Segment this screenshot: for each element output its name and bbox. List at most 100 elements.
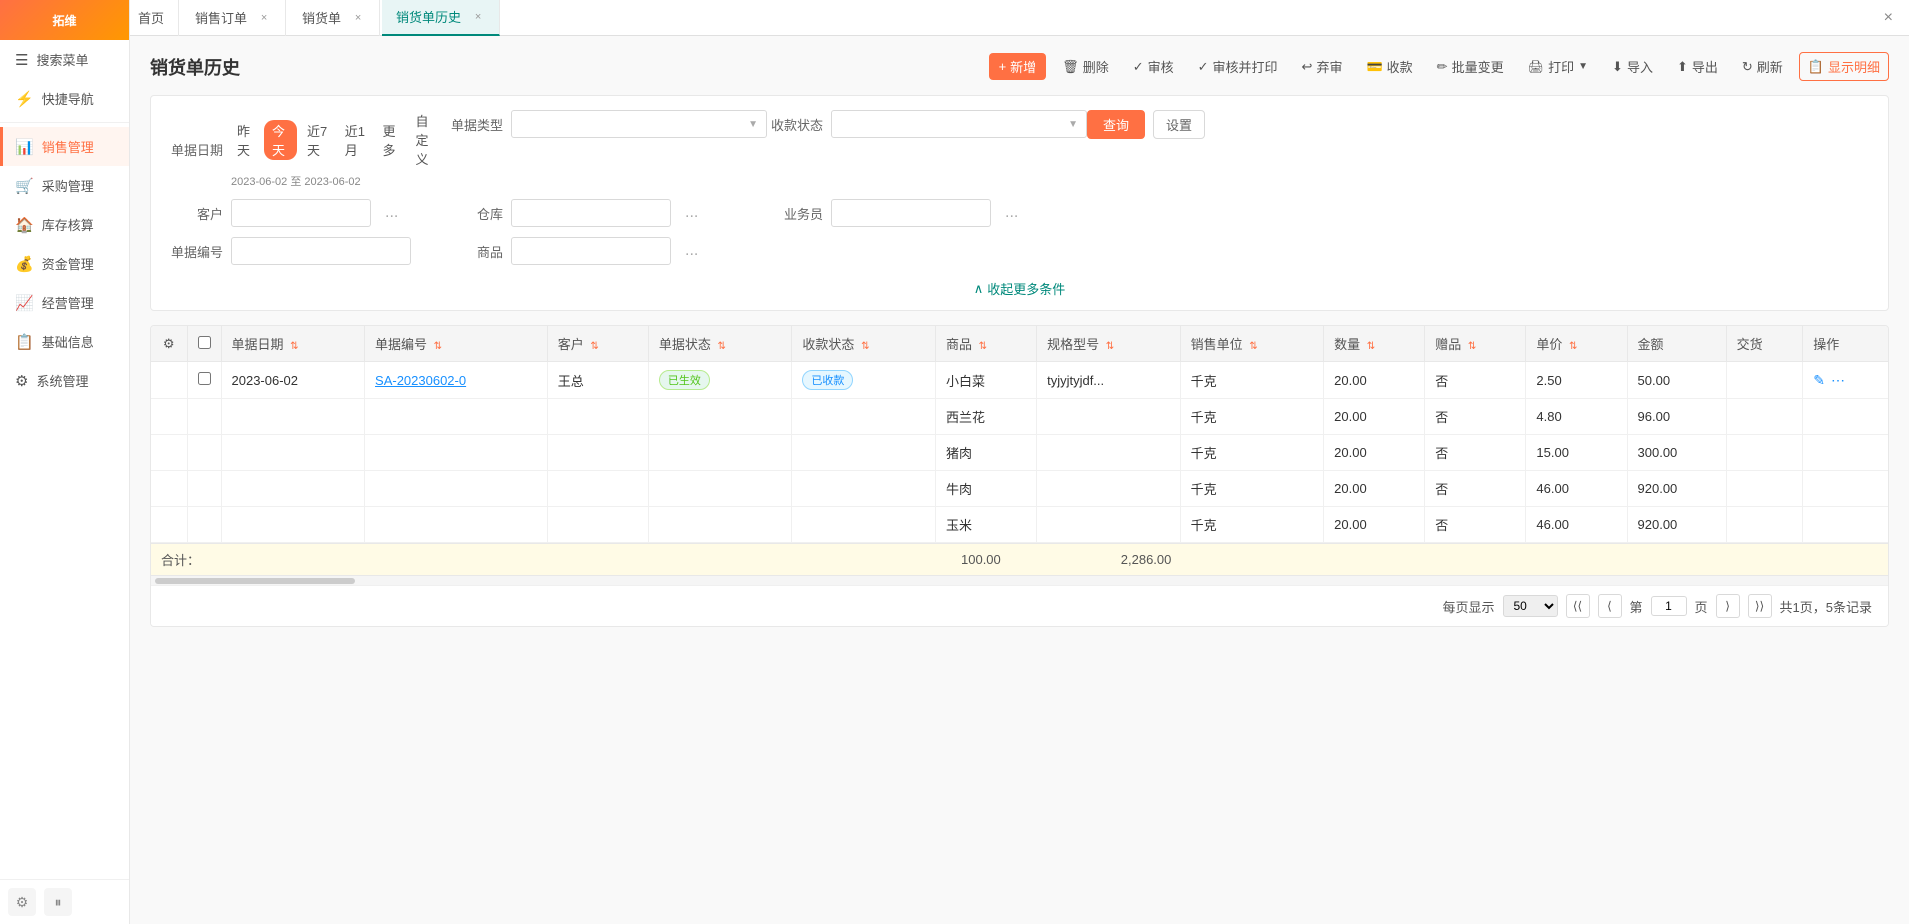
cell-checkbox[interactable]: [187, 507, 221, 543]
sidebar-item-sales-mgmt[interactable]: 📊 销售管理: [0, 127, 129, 166]
sidebar-item-inventory[interactable]: 🏠 库存核算: [0, 205, 129, 244]
goods-input[interactable]: [511, 237, 671, 265]
col-qty-sort-icon[interactable]: ⇅: [1367, 341, 1375, 352]
horizontal-scrollbar[interactable]: [151, 575, 1888, 585]
doc-number-link[interactable]: SA-20230602-0: [375, 373, 466, 388]
sidebar-item-basic-info[interactable]: 📋 基础信息: [0, 322, 129, 361]
sidebar-item-label: 经营管理: [42, 293, 94, 312]
sidebar-settings-btn[interactable]: ⚙: [8, 888, 36, 916]
sidebar-item-search-menu[interactable]: ☰ 搜索菜单: [0, 40, 129, 79]
sidebar-item-sys-mgmt[interactable]: ⚙ 系统管理: [0, 361, 129, 400]
payment-status-badge: 已收款: [802, 370, 853, 390]
goods-label: 商品: [447, 242, 503, 261]
print-button[interactable]: 🖨 打印 ▼: [1520, 53, 1596, 80]
date-tab-custom[interactable]: 自定义: [410, 110, 448, 169]
page-number-input[interactable]: 1: [1651, 596, 1687, 616]
prev-page-btn[interactable]: ⟨: [1598, 594, 1622, 618]
cell-qty: 20.00: [1324, 362, 1425, 399]
date-tab-7days[interactable]: 近7天: [301, 120, 335, 160]
col-unit-label: 销售单位: [1191, 337, 1243, 352]
cell-customer: [547, 399, 648, 435]
scroll-thumb[interactable]: [155, 578, 355, 584]
col-gift: 赠品 ⇅: [1425, 326, 1526, 362]
col-number-sort-icon[interactable]: ⇅: [434, 341, 442, 352]
cell-checkbox[interactable]: [187, 471, 221, 507]
sidebar-item-finance[interactable]: 💰 资金管理: [0, 244, 129, 283]
approve-button[interactable]: ✓ 审核: [1125, 53, 1182, 80]
query-button[interactable]: 查询: [1087, 110, 1145, 139]
col-customer-sort-icon[interactable]: ⇅: [590, 341, 598, 352]
tab-sales-history-close[interactable]: ×: [471, 10, 485, 24]
cell-date: [221, 399, 365, 435]
cell-checkbox[interactable]: [187, 435, 221, 471]
new-button[interactable]: + 新增: [989, 53, 1047, 80]
window-close-btn[interactable]: ×: [1876, 9, 1901, 27]
collapse-button[interactable]: ∧ 收起更多条件: [167, 275, 1872, 302]
page-title: 销货单历史: [150, 54, 240, 80]
cell-goods: 牛肉: [935, 471, 1036, 507]
col-checkbox[interactable]: [187, 326, 221, 362]
sidebar-item-purchase-mgmt[interactable]: 🛒 采购管理: [0, 166, 129, 205]
col-doc-status-sort-icon[interactable]: ⇅: [718, 341, 726, 352]
col-date-sort-icon[interactable]: ⇅: [290, 341, 298, 352]
import-button[interactable]: ⬇ 导入: [1604, 53, 1661, 80]
delete-button[interactable]: 🗑 删除: [1054, 53, 1117, 80]
col-price-sort-icon[interactable]: ⇅: [1569, 341, 1577, 352]
last-page-btn[interactable]: ⟩⟩: [1748, 594, 1772, 618]
date-tab-more[interactable]: 更多: [377, 120, 406, 160]
salesperson-dots-icon[interactable]: ...: [1005, 204, 1018, 222]
show-detail-button[interactable]: 📋 显示明细: [1799, 52, 1889, 81]
refresh-button[interactable]: ↻ 刷新: [1734, 53, 1791, 80]
warehouse-dots-icon[interactable]: ...: [685, 204, 698, 222]
col-settings[interactable]: ⚙: [151, 326, 187, 362]
table-settings-icon[interactable]: ⚙: [163, 336, 175, 351]
col-action: 操作: [1803, 326, 1888, 362]
cell-checkbox[interactable]: [187, 362, 221, 399]
approve-print-button[interactable]: ✓ 审核并打印: [1190, 53, 1286, 80]
col-spec-sort-icon[interactable]: ⇅: [1106, 341, 1114, 352]
collect-button[interactable]: 💳 收款: [1358, 53, 1420, 80]
salesperson-input[interactable]: [831, 199, 991, 227]
doc-number-input[interactable]: [231, 237, 411, 265]
customer-dots-icon[interactable]: ...: [385, 204, 398, 222]
per-page-select[interactable]: 50 100 200: [1503, 595, 1558, 617]
salesperson-label: 业务员: [767, 204, 823, 223]
cell-action: ✎ ⋯: [1803, 362, 1888, 399]
table-row: 牛肉 千克 20.00 否 46.00 920.00: [151, 471, 1888, 507]
col-goods-sort-icon[interactable]: ⇅: [979, 341, 987, 352]
abandon-button[interactable]: ↩ 弃审: [1294, 53, 1351, 80]
batch-change-button[interactable]: ✏ 批量变更: [1429, 53, 1512, 80]
cell-checkbox[interactable]: [187, 399, 221, 435]
tab-sales-delivery-close[interactable]: ×: [351, 11, 365, 25]
type-select[interactable]: ▼: [511, 110, 767, 138]
date-tab-yesterday[interactable]: 昨天: [231, 120, 260, 160]
customer-input[interactable]: [231, 199, 371, 227]
setting-button[interactable]: 设置: [1153, 110, 1205, 139]
tab-sales-order[interactable]: 销售订单 ×: [181, 0, 286, 36]
sidebar-item-quick-nav[interactable]: ⚡ 快捷导航: [0, 79, 129, 118]
tab-sales-history[interactable]: 销货单历史 ×: [382, 0, 500, 36]
sidebar-collapse-btn[interactable]: ⏸: [44, 888, 72, 916]
tab-sales-delivery[interactable]: 销货单 ×: [288, 0, 380, 36]
first-page-btn[interactable]: ⟨⟨: [1566, 594, 1590, 618]
payment-select[interactable]: ▼: [831, 110, 1087, 138]
sys-mgmt-icon: ⚙: [15, 372, 28, 390]
next-page-btn[interactable]: ⟩: [1716, 594, 1740, 618]
tab-home[interactable]: 首页: [138, 0, 179, 36]
col-unit-sort-icon[interactable]: ⇅: [1249, 341, 1257, 352]
col-gift-sort-icon[interactable]: ⇅: [1468, 341, 1476, 352]
select-all-checkbox[interactable]: [198, 336, 211, 349]
row-checkbox[interactable]: [198, 372, 211, 385]
more-icon[interactable]: ⋯: [1831, 372, 1845, 389]
goods-dots-icon[interactable]: ...: [685, 242, 698, 260]
cell-empty-settings: [151, 435, 187, 471]
edit-icon[interactable]: ✎: [1813, 372, 1825, 389]
date-tab-today[interactable]: 今天: [264, 120, 297, 160]
warehouse-input[interactable]: [511, 199, 671, 227]
tab-sales-order-close[interactable]: ×: [257, 11, 271, 25]
date-tab-1month[interactable]: 近1月: [339, 120, 373, 160]
export-button[interactable]: ⬆ 导出: [1669, 53, 1726, 80]
sidebar-item-ops-mgmt[interactable]: 📈 经营管理: [0, 283, 129, 322]
col-payment-status-sort-icon[interactable]: ⇅: [861, 341, 869, 352]
cell-empty-settings: [151, 507, 187, 543]
